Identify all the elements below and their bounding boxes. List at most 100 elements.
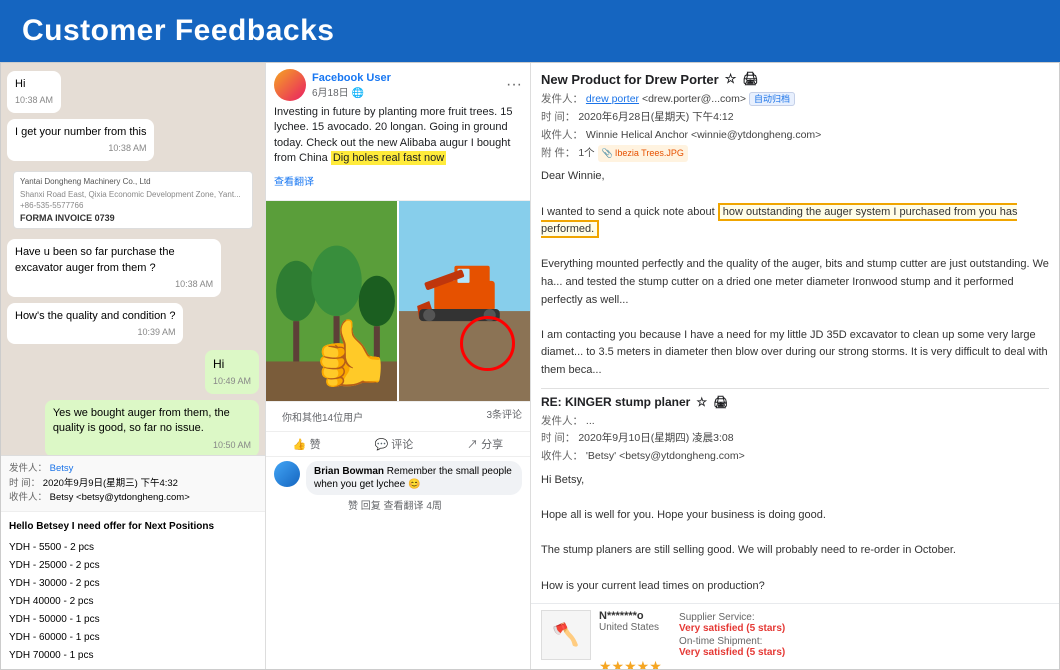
review-content-1: N*******o United States Supplier Service… bbox=[599, 610, 1049, 669]
reviewer-name-1: N*******o bbox=[599, 610, 659, 622]
time-label: 时 间： bbox=[541, 111, 575, 123]
print-icon[interactable]: 🖨 bbox=[742, 71, 759, 87]
fb-post-text: Investing in future by planting more fru… bbox=[274, 105, 522, 167]
chat-area: Hi 10:38 AM I get your number from this … bbox=[1, 63, 265, 455]
order-item: YDH 70000 - 1 pcs bbox=[9, 647, 257, 665]
re-star-icon[interactable]: ☆ bbox=[696, 395, 707, 409]
chat-text: Have u been so far purchase the excavato… bbox=[15, 246, 175, 273]
subject-text: New Product for Drew Porter bbox=[541, 72, 719, 87]
fb-highlighted-text: Dig holes real fast now bbox=[331, 151, 446, 165]
star-icon[interactable]: ☆ bbox=[725, 71, 737, 87]
email-time: 2020年9月9日(星期三) 下午4:32 bbox=[43, 478, 178, 489]
invoice-phone: +86-535-5577766 bbox=[20, 200, 246, 211]
chat-bubble-hi: Hi 10:38 AM bbox=[7, 71, 61, 113]
sender-name[interactable]: drew porter bbox=[586, 93, 639, 105]
fb-comment-section: Brian Bowman Remember the small people w… bbox=[266, 457, 530, 520]
fb-comment-button[interactable]: 💬 评论 bbox=[374, 436, 413, 452]
from-label: 发件人： bbox=[541, 93, 583, 105]
review-meta-1: Supplier Service: Very satisfied (5 star… bbox=[679, 612, 785, 634]
page-header: Customer Feedbacks bbox=[0, 0, 1060, 62]
fb-action-buttons: 👍 赞 💬 评论 ↗ 分享 bbox=[266, 432, 530, 457]
attachment-file[interactable]: 📎 Ibezia Trees.JPG bbox=[598, 145, 688, 162]
from-label: 发件人： bbox=[9, 463, 47, 474]
email-thread-1: New Product for Drew Porter ☆ 🖨 发件人： dre… bbox=[531, 63, 1059, 604]
chat-bubble-number: I get your number from this 10:38 AM bbox=[7, 119, 154, 161]
order-item: YDH - 25000 - 2 pcs bbox=[9, 557, 257, 575]
product-image-1: 🪓 bbox=[541, 610, 591, 660]
fb-post-images: 👍 bbox=[266, 201, 530, 401]
order-item: YDH - 5500 - 2 pcs bbox=[9, 539, 257, 557]
chat-bubble-yes: Yes we bought auger from them, the quali… bbox=[45, 400, 259, 455]
order-item: YDH - 30000 - 2 pcs bbox=[9, 575, 257, 593]
chat-bubble-quality: How's the quality and condition ? 10:39 … bbox=[7, 303, 183, 345]
chat-bubble-purchase: Have u been so far purchase the excavato… bbox=[7, 239, 221, 296]
order-item: YDH - 50000 - 1 pcs bbox=[9, 611, 257, 629]
email-meta-1: 发件人： drew porter <drew.porter@...com> 自动… bbox=[541, 91, 1049, 162]
re-section: RE: KINGER stump planer ☆ 🖨 发件人： ... 时 间… bbox=[541, 388, 1049, 596]
chat-time: 10:38 AM bbox=[15, 278, 213, 291]
chat-text: Yes we bought auger from them, the quali… bbox=[53, 407, 230, 434]
fb-translate-link[interactable]: 查看翻译 bbox=[274, 173, 522, 188]
email-intro: I wanted to send a quick note about how … bbox=[541, 204, 1049, 239]
re-print-icon[interactable]: 🖨 bbox=[713, 395, 728, 409]
fb-post: Facebook User 6月18日 🌐 ··· Investing in f… bbox=[266, 63, 530, 201]
chat-text: I get your number from this bbox=[15, 126, 146, 138]
fb-like-button[interactable]: 👍 赞 bbox=[293, 436, 321, 452]
fb-post-header: Facebook User 6月18日 🌐 ··· bbox=[274, 69, 522, 101]
fb-likes-count: 你和其他14位用户 bbox=[274, 406, 371, 427]
chat-time: 10:38 AM bbox=[15, 142, 146, 155]
excavator-svg bbox=[399, 201, 530, 401]
fb-comments-count: 3条评论 bbox=[486, 406, 522, 427]
fb-actions-row: 你和其他14位用户 3条评论 bbox=[266, 401, 530, 432]
chat-time: 10:50 AM bbox=[53, 439, 251, 452]
to-label: 收件人： bbox=[9, 492, 47, 503]
order-list: Hello Betsey I need offer for Next Posit… bbox=[1, 511, 265, 669]
middle-column: Facebook User 6月18日 🌐 ··· Investing in f… bbox=[266, 63, 531, 669]
excavator-circle-highlight bbox=[460, 316, 515, 371]
commenter-name: Brian Bowman bbox=[314, 466, 384, 477]
email-meta-left: 发件人： Betsy 时 间： 2020年9月9日(星期三) 下午4:32 收件… bbox=[1, 455, 265, 511]
order-item: YDH - 60000 - 1 pcs bbox=[9, 629, 257, 647]
email-body-text-2: I am contacting you because I have a nee… bbox=[541, 327, 1049, 380]
fb-poster-name[interactable]: Facebook User bbox=[312, 72, 391, 84]
time-label: 时 间： bbox=[9, 478, 40, 489]
auto-tag: 自动归档 bbox=[749, 92, 795, 106]
chat-time: 10:38 AM bbox=[15, 94, 53, 107]
review-item-1: 🪓 N*******o United States Supplier Servi… bbox=[541, 610, 1049, 669]
stars-1: ★★★★★ bbox=[599, 658, 1049, 669]
chat-text: Hi bbox=[15, 78, 25, 90]
fb-share-button[interactable]: ↗ 分享 bbox=[467, 436, 503, 452]
invoice-title: FORMA INVOICE 0739 bbox=[20, 212, 246, 225]
left-column: Hi 10:38 AM I get your number from this … bbox=[1, 63, 266, 669]
re-subject: RE: KINGER stump planer ☆ 🖨 bbox=[541, 395, 1049, 409]
sender-email: drew.porter@...com bbox=[648, 93, 740, 105]
chat-time: 10:39 AM bbox=[15, 326, 175, 339]
page-title: Customer Feedbacks bbox=[22, 14, 334, 48]
email-time: 2020年6月28日(星期天) 下午4:12 bbox=[578, 111, 733, 123]
email-body-2: Hi Betsy, Hope all is well for you. Hope… bbox=[541, 472, 1049, 595]
email-meta-2: 发件人： ... 时 间： 2020年9月10日(星期四) 凌晨3:08 收件人… bbox=[541, 413, 1049, 467]
chat-text: How's the quality and condition ? bbox=[15, 310, 175, 322]
fb-tree-image: 👍 bbox=[266, 201, 397, 401]
chat-time: 10:49 AM bbox=[213, 375, 251, 388]
to-label: 收件人： bbox=[541, 129, 583, 141]
email-to: Betsy <betsy@ytdongheng.com> bbox=[50, 492, 190, 503]
fb-avatar bbox=[274, 69, 306, 101]
invoice-address: Shanxi Road East, Qixia Economic Develop… bbox=[20, 189, 246, 200]
thumbs-up-icon: 👍 bbox=[311, 315, 392, 391]
invoice-snippet: Yantai Dongheng Machinery Co., Ltd Shanx… bbox=[13, 171, 253, 229]
sender-name: Betsy bbox=[50, 463, 74, 474]
email-subject-1: New Product for Drew Porter ☆ 🖨 bbox=[541, 71, 1049, 87]
comment-reply-row[interactable]: 赞 回复 查看翻译 4周 bbox=[306, 495, 522, 516]
order-item: YDH 40000 - 2 pcs bbox=[9, 593, 257, 611]
invoice-company: Yantai Dongheng Machinery Co., Ltd bbox=[20, 176, 246, 187]
order-greeting: Hello Betsey I need offer for Next Posit… bbox=[9, 518, 257, 536]
fb-more-options[interactable]: ··· bbox=[506, 76, 522, 94]
reviews-section: 🪓 N*******o United States Supplier Servi… bbox=[531, 604, 1059, 669]
right-column: New Product for Drew Porter ☆ 🖨 发件人： dre… bbox=[531, 63, 1059, 669]
commenter-avatar bbox=[274, 461, 300, 487]
fb-post-date: 6月18日 🌐 bbox=[312, 84, 391, 99]
fb-comment-text: Brian Bowman Remember the small people w… bbox=[306, 461, 522, 495]
email-body-text-1: Everything mounted perfectly and the qua… bbox=[541, 256, 1049, 309]
attach-label: 附 件： bbox=[541, 147, 575, 159]
